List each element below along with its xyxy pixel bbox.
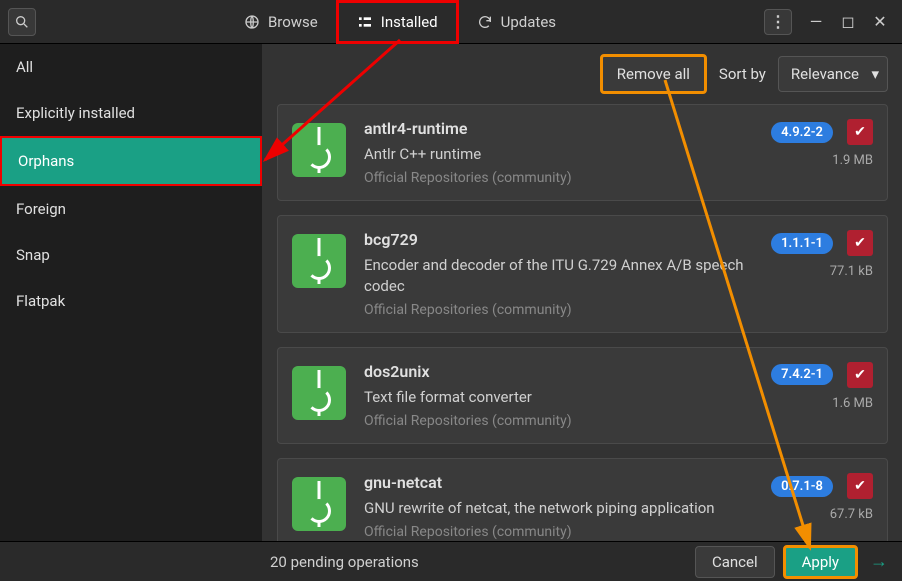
footer-bar: 20 pending operations Cancel Apply → (0, 541, 902, 581)
content-toolbar: Remove all Sort by Relevance (263, 44, 902, 104)
maximize-button[interactable]: ◻ (834, 9, 862, 35)
package-name: bcg729 (364, 230, 753, 249)
package-meta: 0.7.1-8 ✔ 67.7 kB (771, 473, 873, 522)
sidebar-item-snap[interactable]: Snap (0, 232, 262, 278)
package-meta: 1.1.1-1 ✔ 77.1 kB (771, 230, 873, 279)
sidebar-item-flatpak[interactable]: Flatpak (0, 278, 262, 324)
menu-button[interactable]: ⋮ (764, 9, 792, 35)
package-remove-check[interactable]: ✔ (847, 119, 873, 145)
package-version-badge: 4.9.2-2 (771, 122, 833, 143)
package-icon (292, 366, 346, 420)
package-row[interactable]: gnu-netcat GNU rewrite of netcat, the ne… (277, 458, 888, 541)
refresh-icon (477, 14, 493, 30)
content-area: Remove all Sort by Relevance antlr4-runt… (263, 44, 902, 541)
apply-button[interactable]: Apply (783, 545, 858, 579)
search-button[interactable] (8, 8, 36, 36)
package-row[interactable]: bcg729 Encoder and decoder of the ITU G.… (277, 215, 888, 333)
remove-all-button[interactable]: Remove all (600, 54, 707, 94)
main-area: All Explicitly installed Orphans Foreign… (0, 44, 902, 541)
sort-select[interactable]: Relevance (778, 56, 888, 92)
package-name: dos2unix (364, 362, 753, 381)
tab-label: Updates (501, 13, 556, 31)
package-version-badge: 1.1.1-1 (771, 233, 833, 254)
package-icon (292, 234, 346, 288)
package-version-badge: 7.4.2-1 (771, 364, 833, 385)
close-button[interactable]: ✕ (866, 9, 894, 35)
package-list: antlr4-runtime Antlr C++ runtime Officia… (263, 104, 902, 541)
tab-browse[interactable]: Browse (226, 0, 336, 44)
package-size: 77.1 kB (830, 264, 873, 279)
package-name: antlr4-runtime (364, 119, 753, 138)
sidebar: All Explicitly installed Orphans Foreign… (0, 44, 263, 541)
sidebar-item-label: Orphans (18, 152, 74, 170)
package-description: Encoder and decoder of the ITU G.729 Ann… (364, 255, 753, 296)
sidebar-item-label: Explicitly installed (16, 104, 135, 122)
package-size: 1.6 MB (832, 396, 873, 411)
package-info: dos2unix Text file format converter Offi… (364, 362, 753, 429)
package-meta: 7.4.2-1 ✔ 1.6 MB (771, 362, 873, 411)
expand-arrow-button[interactable]: → (866, 551, 892, 572)
sidebar-item-all[interactable]: All (0, 44, 262, 90)
package-repo: Official Repositories (community) (364, 170, 753, 186)
title-bar: Browse Installed Updates ⋮ — ◻ ✕ (0, 0, 902, 44)
tab-installed[interactable]: Installed (336, 0, 459, 44)
sort-by-label: Sort by (719, 65, 766, 83)
package-size: 67.7 kB (830, 507, 873, 522)
package-meta: 4.9.2-2 ✔ 1.9 MB (771, 119, 873, 168)
package-icon (292, 477, 346, 531)
tab-label: Browse (268, 13, 318, 31)
package-remove-check[interactable]: ✔ (847, 230, 873, 256)
package-repo: Official Repositories (community) (364, 524, 753, 540)
package-description: Text file format converter (364, 387, 753, 407)
package-info: bcg729 Encoder and decoder of the ITU G.… (364, 230, 753, 318)
package-remove-check[interactable]: ✔ (847, 362, 873, 388)
package-repo: Official Repositories (community) (364, 302, 753, 318)
package-size: 1.9 MB (832, 153, 873, 168)
sidebar-item-foreign[interactable]: Foreign (0, 186, 262, 232)
pending-label: 20 pending operations (10, 553, 695, 571)
package-description: Antlr C++ runtime (364, 144, 753, 164)
package-repo: Official Repositories (community) (364, 413, 753, 429)
list-icon (357, 14, 373, 30)
main-tabs: Browse Installed Updates (226, 0, 574, 44)
sidebar-item-label: Flatpak (16, 292, 65, 310)
tab-updates[interactable]: Updates (459, 0, 574, 44)
package-remove-check[interactable]: ✔ (847, 473, 873, 499)
sidebar-item-orphans[interactable]: Orphans (0, 136, 262, 186)
package-name: gnu-netcat (364, 473, 753, 492)
sidebar-item-label: All (16, 58, 33, 76)
search-icon (14, 14, 30, 30)
sidebar-item-label: Foreign (16, 200, 66, 218)
window-controls: ⋮ — ◻ ✕ (764, 9, 894, 35)
cancel-button[interactable]: Cancel (695, 546, 775, 578)
package-description: GNU rewrite of netcat, the network pipin… (364, 498, 753, 518)
globe-icon (244, 14, 260, 30)
package-info: gnu-netcat GNU rewrite of netcat, the ne… (364, 473, 753, 540)
package-row[interactable]: antlr4-runtime Antlr C++ runtime Officia… (277, 104, 888, 201)
tab-label: Installed (381, 13, 438, 31)
package-row[interactable]: dos2unix Text file format converter Offi… (277, 347, 888, 444)
package-version-badge: 0.7.1-8 (771, 476, 833, 497)
sidebar-item-explicit[interactable]: Explicitly installed (0, 90, 262, 136)
package-icon (292, 123, 346, 177)
package-info: antlr4-runtime Antlr C++ runtime Officia… (364, 119, 753, 186)
minimize-button[interactable]: — (802, 9, 830, 35)
sidebar-item-label: Snap (16, 246, 50, 264)
